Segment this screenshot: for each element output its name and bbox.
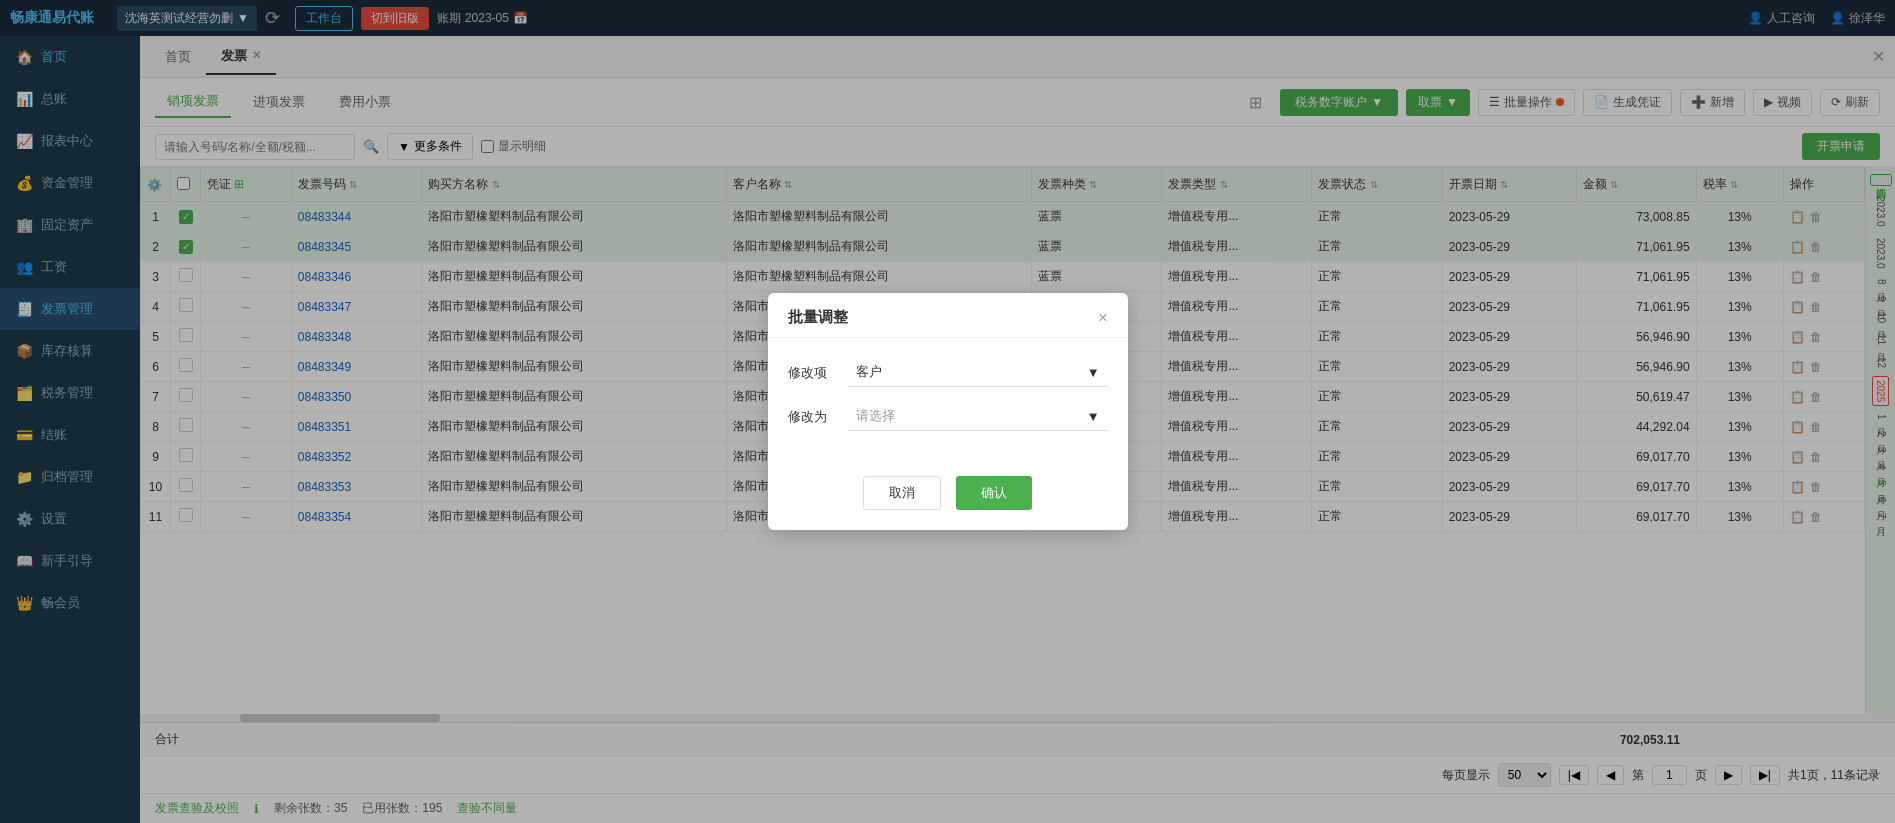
modify-to-label: 修改为 xyxy=(788,408,848,426)
batch-adjust-dialog: 批量调整 × 修改项 客户 ▼ 修改为 请选择 ▼ 取消 确认 xyxy=(768,293,1128,530)
form-row-modify-field: 修改项 客户 ▼ xyxy=(788,358,1108,387)
modify-to-select[interactable]: 请选择 ▼ xyxy=(848,402,1108,431)
cancel-button[interactable]: 取消 xyxy=(863,476,941,510)
confirm-button[interactable]: 确认 xyxy=(956,476,1032,510)
dialog-header: 批量调整 × xyxy=(768,293,1128,338)
modify-field-label: 修改项 xyxy=(788,364,848,382)
dialog-overlay[interactable]: 批量调整 × 修改项 客户 ▼ 修改为 请选择 ▼ 取消 确认 xyxy=(0,0,1895,823)
modify-field-select[interactable]: 客户 ▼ xyxy=(848,358,1108,387)
modify-to-placeholder: 请选择 xyxy=(856,407,895,425)
dialog-footer: 取消 确认 xyxy=(768,466,1128,530)
dialog-title: 批量调整 xyxy=(788,308,848,327)
form-row-modify-to: 修改为 请选择 ▼ xyxy=(788,402,1108,431)
modify-field-value: 客户 xyxy=(856,363,882,381)
modify-to-dropdown-icon: ▼ xyxy=(1087,409,1100,424)
modify-field-dropdown-icon: ▼ xyxy=(1087,365,1100,380)
dialog-close-button[interactable]: × xyxy=(1098,309,1107,327)
dialog-body: 修改项 客户 ▼ 修改为 请选择 ▼ xyxy=(768,338,1128,466)
